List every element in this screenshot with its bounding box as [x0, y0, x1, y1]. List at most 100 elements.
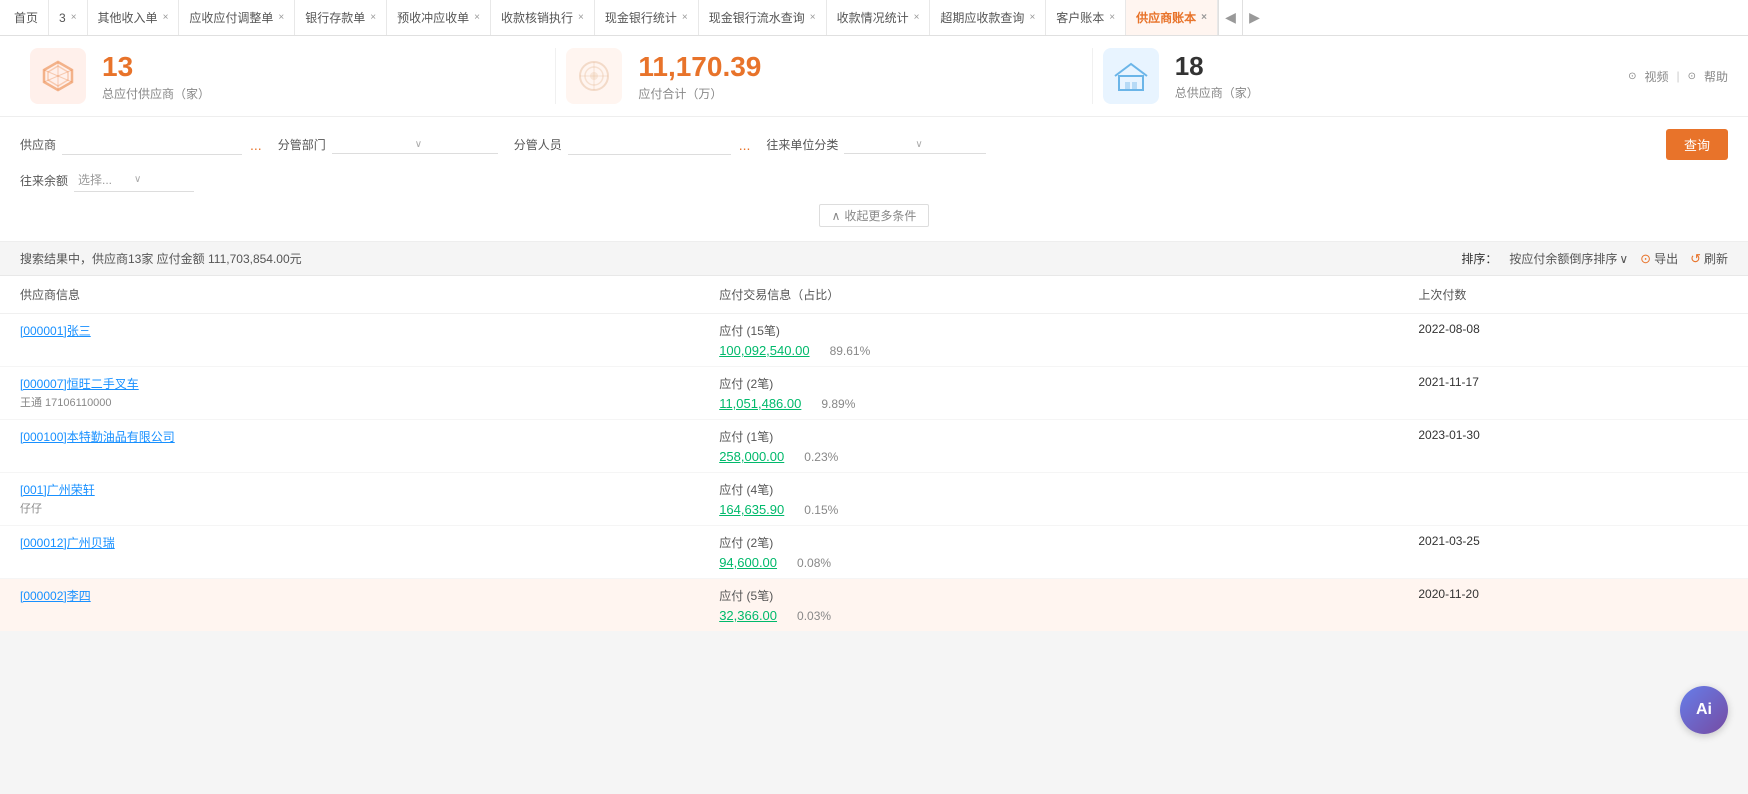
nav-tab-other-income-label: 其他收入单: [98, 9, 158, 26]
supplier-link[interactable]: [000002]李四: [20, 589, 91, 603]
nav-tab-bank-deposit[interactable]: 银行存款单 ×: [295, 0, 387, 36]
nav-tab-customer-account[interactable]: 客户账本 ×: [1046, 0, 1126, 36]
export-button[interactable]: ⊙ 导出: [1640, 250, 1678, 267]
collapse-bar: ∧ 收起更多条件: [20, 200, 1728, 233]
result-bar: 搜索结果中，供应商13家 应付金额 111,703,854.00元 排序： 按应…: [0, 242, 1748, 276]
refresh-icon: ↺: [1690, 251, 1701, 267]
summary-text-total-suppliers: 18 总供应商（家）: [1175, 51, 1259, 101]
th-supplier-info: 供应商信息: [0, 276, 699, 314]
supplier-link[interactable]: [000012]广州贝瑞: [20, 536, 115, 550]
filter-person: 分管人员 ...: [514, 134, 751, 155]
table-row: [000001]张三应付 (15笔)100,092,540.0089.61%20…: [0, 314, 1748, 367]
nav-tab-customer-account-label: 客户账本: [1056, 9, 1104, 26]
payable-cell: 应付 (2笔)11,051,486.009.89%: [699, 367, 1398, 420]
circle-icon: ⊙: [1628, 71, 1636, 82]
nav-tab-supplier-account[interactable]: 供应商账本 ×: [1126, 0, 1218, 36]
nav-tab-other-income-close[interactable]: ×: [163, 12, 169, 23]
refresh-button[interactable]: ↺ 刷新: [1690, 250, 1728, 267]
nav-left-arrow[interactable]: ◀: [1218, 0, 1242, 36]
supplier-link[interactable]: [001]广州荣轩: [20, 483, 95, 497]
nav-tab-overdue-query[interactable]: 超期应收款查询 ×: [930, 0, 1046, 36]
balance-filter-select[interactable]: 选择... ∨: [74, 168, 194, 192]
summary-bar: 13 总应付供应商（家） 11,170.39 应付合计（万）: [0, 36, 1748, 117]
table-header-row: 供应商信息 应付交易信息（占比） 上次付数: [0, 276, 1748, 314]
nav-tab-prepay[interactable]: 预收冲应收单 ×: [387, 0, 491, 36]
nav-tab-home[interactable]: 首页: [4, 0, 49, 36]
video-link[interactable]: 视频: [1644, 68, 1668, 85]
nav-right-arrow[interactable]: ▶: [1242, 0, 1266, 36]
table-row: [001]广州荣轩仔仔应付 (4笔)164,635.900.15%: [0, 473, 1748, 526]
payable-amount-link[interactable]: 164,635.90: [719, 502, 784, 517]
nav-tab-ap-adjust[interactable]: 应收应付调整单 ×: [179, 0, 295, 36]
payable-pct: 0.08%: [797, 556, 831, 570]
payable-amount-link[interactable]: 11,051,486.00: [719, 396, 801, 411]
ai-badge[interactable]: Ai: [1680, 686, 1728, 734]
collapse-label: 收起更多条件: [844, 207, 916, 224]
export-label: 导出: [1654, 250, 1678, 267]
person-filter-dots[interactable]: ...: [739, 137, 751, 153]
department-filter-select[interactable]: ∨: [332, 136, 498, 154]
collapse-icon: ∧: [832, 209, 841, 223]
nav-tab-receipt-verify[interactable]: 收款核销执行 ×: [491, 0, 595, 36]
nav-tab-receipt-stat[interactable]: 收款情况统计 ×: [827, 0, 931, 36]
total-suppliers-number: 18: [1175, 51, 1259, 82]
payable-pct: 0.23%: [804, 450, 838, 464]
supplier-cell: [000012]广州贝瑞: [0, 526, 699, 579]
person-filter-input[interactable]: [568, 134, 731, 155]
result-summary-text: 搜索结果中，供应商13家 应付金额 111,703,854.00元: [20, 250, 1461, 267]
last-payment-cell: 2021-11-17: [1398, 367, 1748, 420]
last-payment-cell: 2021-03-25: [1398, 526, 1748, 579]
filter-supplier: 供应商 ...: [20, 134, 262, 155]
payable-info-text: 应付 (2笔): [719, 534, 1378, 551]
nav-tab-bank-deposit-label: 银行存款单: [305, 9, 365, 26]
nav-tab-customer-account-close[interactable]: ×: [1109, 12, 1115, 23]
payable-pct: 89.61%: [830, 344, 871, 358]
nav-tab-cash-bank-stat[interactable]: 现金银行统计 ×: [595, 0, 699, 36]
summary-card-payable-total: 11,170.39 应付合计（万）: [556, 48, 1092, 104]
collapse-button[interactable]: ∧ 收起更多条件: [819, 204, 930, 227]
supplier-link[interactable]: [000001]张三: [20, 324, 91, 338]
top-links: ⊙ 视频 | ⊙ 帮助: [1628, 68, 1728, 85]
payable-suppliers-label: 总应付供应商（家）: [102, 85, 210, 102]
nav-tab-3[interactable]: 3 ×: [49, 0, 88, 36]
nav-tab-cash-bank-stat-close[interactable]: ×: [682, 12, 688, 23]
nav-tab-overdue-query-close[interactable]: ×: [1029, 12, 1035, 23]
help-link[interactable]: 帮助: [1704, 68, 1728, 85]
payable-amount-link[interactable]: 100,092,540.00: [719, 343, 809, 358]
payable-amount-link[interactable]: 32,366.00: [719, 608, 777, 623]
sort-arrow: ∨: [1619, 252, 1628, 266]
summary-card-payable-suppliers: 13 总应付供应商（家）: [20, 48, 556, 104]
nav-tab-cash-bank-flow[interactable]: 现金银行流水查询 ×: [699, 0, 827, 36]
balance-select-placeholder: 选择...: [78, 171, 134, 188]
result-actions: 排序： 按应付余额倒序排序 ∨ ⊙ 导出 ↺ 刷新: [1461, 250, 1728, 267]
summary-text-payable-suppliers: 13 总应付供应商（家）: [102, 50, 210, 103]
refresh-label: 刷新: [1704, 250, 1728, 267]
sort-select[interactable]: 按应付余额倒序排序 ∨: [1509, 250, 1628, 267]
supplier-filter-input[interactable]: [62, 134, 242, 155]
supplier-link[interactable]: [000100]本特勤油品有限公司: [20, 430, 175, 444]
payable-amount-link[interactable]: 258,000.00: [719, 449, 784, 464]
nav-tab-receipt-verify-close[interactable]: ×: [578, 12, 584, 23]
query-button[interactable]: 查询: [1666, 129, 1728, 160]
nav-tab-receipt-stat-close[interactable]: ×: [914, 12, 920, 23]
category-filter-select[interactable]: ∨: [844, 136, 986, 154]
store-icon: [1103, 48, 1159, 104]
supplier-link[interactable]: [000007]恒旺二手叉车: [20, 377, 139, 391]
nav-tab-supplier-account-close[interactable]: ×: [1201, 12, 1207, 23]
nav-tab-bank-deposit-close[interactable]: ×: [370, 12, 376, 23]
wheat-icon: [566, 48, 622, 104]
category-filter-label: 往来单位分类: [766, 136, 838, 153]
payable-cell: 应付 (1笔)258,000.000.23%: [699, 420, 1398, 473]
payable-cell: 应付 (2笔) 94,600.00 0.08%: [699, 526, 1398, 579]
nav-tab-ap-adjust-close[interactable]: ×: [278, 12, 284, 23]
separator: |: [1676, 69, 1679, 83]
nav-tab-cash-bank-flow-close[interactable]: ×: [810, 12, 816, 23]
summary-text-payable-total: 11,170.39 应付合计（万）: [638, 50, 761, 103]
supplier-filter-dots[interactable]: ...: [250, 137, 262, 153]
nav-tab-prepay-close[interactable]: ×: [474, 12, 480, 23]
top-navigation: 首页 3 × 其他收入单 × 应收应付调整单 × 银行存款单 × 预收冲应收单 …: [0, 0, 1748, 36]
supplier-cell: [001]广州荣轩仔仔: [0, 473, 699, 526]
nav-tab-3-close[interactable]: ×: [71, 12, 77, 23]
payable-amount-link[interactable]: 94,600.00: [719, 555, 777, 570]
nav-tab-other-income[interactable]: 其他收入单 ×: [88, 0, 180, 36]
